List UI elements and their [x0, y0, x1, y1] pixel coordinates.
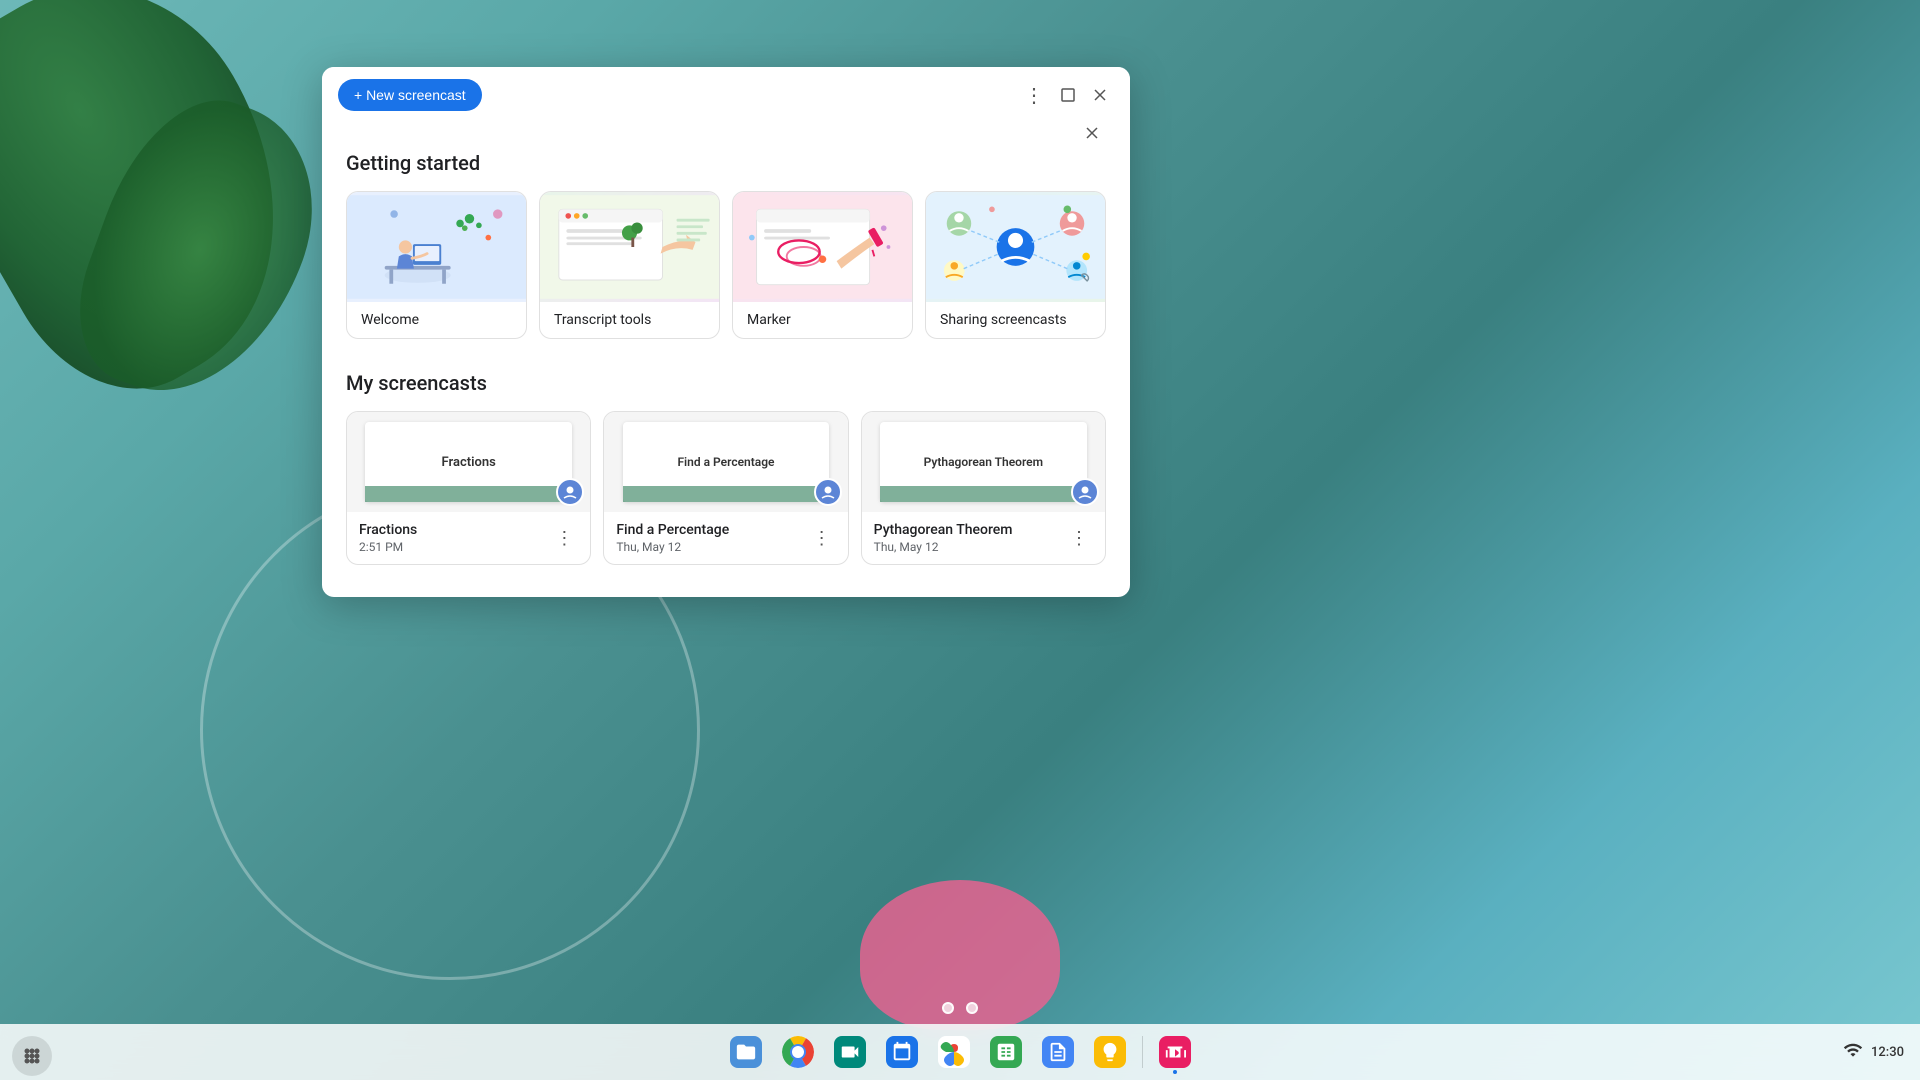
find-percentage-info: Find a Percentage Thu, May 12 ⋮ [604, 512, 847, 564]
find-percentage-slide-footer [623, 486, 830, 502]
pythagorean-avatar [1071, 478, 1099, 506]
fractions-thumbnail: Fractions [347, 412, 590, 512]
pythagorean-theorem-screencast-card[interactable]: Pythagorean Theorem Pythagorean Theorem … [861, 411, 1106, 565]
taskbar-docs[interactable] [1034, 1028, 1082, 1076]
system-time[interactable]: 12:30 [1871, 1045, 1904, 1060]
fractions-meta: 2:51 PM [359, 540, 417, 554]
sharing-thumbnail [926, 192, 1105, 302]
close-banner [346, 119, 1106, 147]
fractions-title: Fractions [359, 522, 417, 538]
pythagorean-slide-title: Pythagorean Theorem [920, 451, 1047, 473]
welcome-thumbnail [347, 192, 526, 302]
taskbar-calendar[interactable] [878, 1028, 926, 1076]
find-percentage-screencast-card[interactable]: Find a Percentage Find a Percentage Thu,… [603, 411, 848, 565]
taskbar-chrome[interactable] [774, 1028, 822, 1076]
photos-icon [938, 1036, 970, 1068]
taskbar-files[interactable] [722, 1028, 770, 1076]
fractions-screencast-card[interactable]: Fractions Fractions 2:51 PM [346, 411, 591, 565]
welcome-label: Welcome [347, 302, 526, 338]
wifi-icon[interactable] [1843, 1040, 1863, 1065]
screencast-app-window: + New screencast ⋮ [322, 67, 1130, 597]
dot-2 [966, 1002, 978, 1014]
fractions-avatar [556, 478, 584, 506]
new-screencast-button[interactable]: + New screencast [338, 79, 482, 111]
close-button[interactable] [1086, 81, 1114, 109]
taskbar-keep[interactable] [1086, 1028, 1134, 1076]
my-screencasts-grid: Fractions Fractions 2:51 PM [346, 411, 1106, 565]
fractions-slide: Fractions [365, 422, 572, 502]
marker-card[interactable]: Marker [732, 191, 913, 339]
sheets-icon [990, 1036, 1022, 1068]
my-screencasts-title: My screencasts [346, 371, 1106, 395]
find-percentage-thumbnail: Find a Percentage [604, 412, 847, 512]
bottom-dots-indicator [942, 1002, 978, 1014]
marker-label: Marker [733, 302, 912, 338]
pythagorean-slide: Pythagorean Theorem [880, 422, 1087, 502]
pythagorean-thumbnail: Pythagorean Theorem [862, 412, 1105, 512]
files-icon [730, 1036, 762, 1068]
docs-icon [1042, 1036, 1074, 1068]
pythagorean-text-block: Pythagorean Theorem Thu, May 12 [874, 522, 1013, 554]
find-percentage-slide: Find a Percentage [623, 422, 830, 502]
find-percentage-title: Find a Percentage [616, 522, 729, 538]
sharing-screencasts-label: Sharing screencasts [926, 302, 1105, 338]
welcome-card[interactable]: Welcome [346, 191, 527, 339]
taskbar-apps [722, 1028, 1199, 1076]
taskbar-screencast[interactable] [1151, 1028, 1199, 1076]
dismiss-getting-started-button[interactable] [1078, 119, 1106, 147]
window-content: Getting started [322, 119, 1130, 597]
meet-icon [834, 1036, 866, 1068]
getting-started-cards: Welcome [346, 191, 1106, 339]
pythagorean-info: Pythagorean Theorem Thu, May 12 ⋮ [862, 512, 1105, 564]
maximize-button[interactable] [1054, 81, 1082, 109]
sharing-screencasts-card[interactable]: Sharing screencasts [925, 191, 1106, 339]
find-percentage-avatar [814, 478, 842, 506]
pythagorean-title: Pythagorean Theorem [874, 522, 1013, 538]
transcript-thumbnail [540, 192, 719, 302]
window-titlebar: + New screencast ⋮ [322, 67, 1130, 119]
fractions-slide-title: Fractions [442, 455, 496, 470]
taskbar-photos[interactable] [930, 1028, 978, 1076]
chrome-icon [782, 1036, 814, 1068]
find-percentage-meta: Thu, May 12 [616, 540, 729, 554]
screencast-icon [1159, 1036, 1191, 1068]
more-menu-button[interactable]: ⋮ [1018, 79, 1050, 111]
taskbar-divider [1142, 1036, 1143, 1068]
calendar-icon [886, 1036, 918, 1068]
pythagorean-meta: Thu, May 12 [874, 540, 1013, 554]
fractions-info: Fractions 2:51 PM ⋮ [347, 512, 590, 564]
dot-1 [942, 1002, 954, 1014]
transcript-tools-card[interactable]: Transcript tools [539, 191, 720, 339]
find-percentage-slide-title: Find a Percentage [673, 451, 778, 473]
taskbar-sheets[interactable] [982, 1028, 1030, 1076]
launcher-button[interactable] [12, 1036, 52, 1076]
taskbar: 12:30 [0, 1024, 1920, 1080]
fractions-menu-button[interactable]: ⋮ [550, 524, 578, 552]
find-percentage-menu-button[interactable]: ⋮ [808, 524, 836, 552]
pythagorean-menu-button[interactable]: ⋮ [1065, 524, 1093, 552]
fractions-slide-footer [365, 486, 572, 502]
fractions-text-block: Fractions 2:51 PM [359, 522, 417, 554]
system-tray: 12:30 [1827, 1024, 1920, 1080]
taskbar-meet[interactable] [826, 1028, 874, 1076]
getting-started-title: Getting started [346, 151, 1106, 175]
marker-thumbnail [733, 192, 912, 302]
pythagorean-slide-footer [880, 486, 1087, 502]
keep-icon [1094, 1036, 1126, 1068]
find-percentage-text-block: Find a Percentage Thu, May 12 [616, 522, 729, 554]
window-controls: ⋮ [1018, 79, 1114, 111]
transcript-tools-label: Transcript tools [540, 302, 719, 338]
